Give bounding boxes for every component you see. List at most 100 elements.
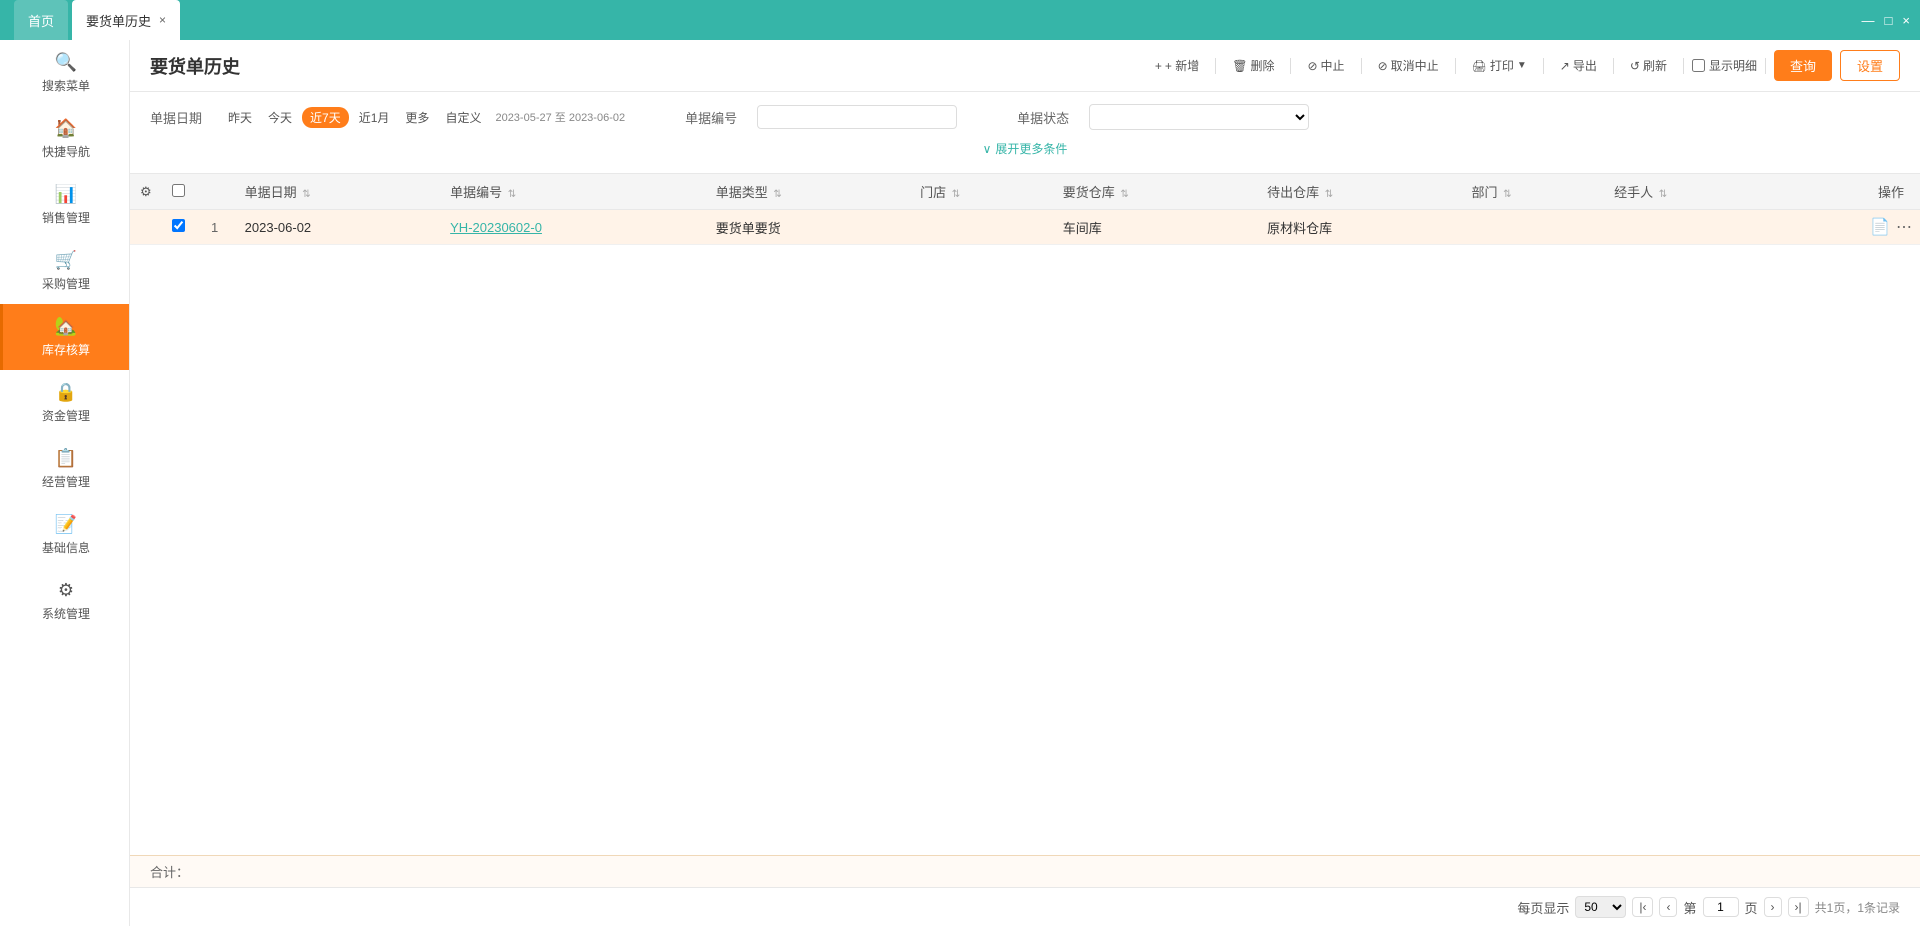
date-btn-today[interactable]: 今天 — [262, 107, 298, 128]
sidebar-item-purchase[interactable]: 🛒 采购管理 — [0, 238, 129, 304]
table-area: ⚙ 单据日期 ⇅ 单据编号 ⇅ — [130, 174, 1920, 855]
row-edit-button[interactable]: 📄 — [1870, 217, 1890, 237]
stop-button[interactable]: ⊘ 中止 — [1299, 53, 1352, 78]
page-header: 要货单历史 + + 新增 🗑 删除 ⊘ 中止 ⊘ — [130, 40, 1920, 92]
print-button[interactable]: 🖨 打印 ▼ — [1464, 53, 1535, 78]
refresh-button[interactable]: ↺ 刷新 — [1622, 53, 1675, 78]
sidebar-item-sales-label: 销售管理 — [42, 209, 90, 226]
sidebar-item-search[interactable]: 🔍 搜索菜单 — [0, 40, 129, 106]
refresh-icon: ↺ — [1630, 59, 1640, 73]
th-store[interactable]: 门店 ⇅ — [910, 174, 1053, 210]
display-detail-checkbox[interactable] — [1692, 59, 1705, 72]
docstatus-filter-label: 单据状态 — [1017, 108, 1069, 127]
sales-icon: 📊 — [55, 184, 77, 205]
row-date: 2023-06-02 — [235, 210, 440, 245]
th-date-label: 单据日期 — [245, 185, 297, 200]
delete-label: 删除 — [1250, 57, 1274, 74]
tab-home[interactable]: 首页 — [14, 0, 68, 40]
delete-button[interactable]: 🗑 删除 — [1224, 53, 1282, 78]
th-num — [195, 174, 235, 210]
date-btn-custom[interactable]: 自定义 — [439, 107, 487, 128]
date-buttons: 昨天 今天 近7天 近1月 更多 自定义 2023-05-27 至 2023-0… — [222, 107, 625, 128]
table-body: 1 2023-06-02 YH-20230602-0 要货单要货 车间库 原材料… — [130, 210, 1920, 245]
table-header-row: ⚙ 单据日期 ⇅ 单据编号 ⇅ — [130, 174, 1920, 210]
system-icon: ⚙ — [58, 580, 74, 601]
sidebar-item-operations-label: 经营管理 — [42, 473, 90, 490]
sidebar-item-quicknav[interactable]: 🏠 快捷导航 — [0, 106, 129, 172]
sidebar-item-basicinfo[interactable]: 📝 基础信息 — [0, 502, 129, 568]
export-button[interactable]: ↗ 导出 — [1552, 53, 1605, 78]
filter-area: 单据日期 昨天 今天 近7天 近1月 更多 自定义 2023-05-27 至 2… — [130, 92, 1920, 174]
sort-docno-icon: ⇅ — [508, 189, 516, 200]
th-docno[interactable]: 单据编号 ⇅ — [440, 174, 706, 210]
per-page-select[interactable]: 10 20 50 100 — [1575, 896, 1626, 918]
th-type[interactable]: 单据类型 ⇅ — [706, 174, 910, 210]
new-button[interactable]: + + 新增 — [1147, 53, 1207, 78]
row-dept — [1461, 210, 1604, 245]
basicinfo-icon: 📝 — [55, 514, 77, 535]
docno-input[interactable] — [757, 105, 957, 129]
select-all-checkbox[interactable] — [172, 184, 185, 197]
next-page-button[interactable]: › — [1764, 897, 1782, 917]
first-page-button[interactable]: |‹ — [1632, 897, 1653, 917]
date-btn-1month[interactable]: 近1月 — [353, 107, 396, 128]
export-label: 导出 — [1573, 57, 1597, 74]
stop-label: 中止 — [1321, 57, 1345, 74]
date-btn-more[interactable]: 更多 — [399, 107, 435, 128]
th-type-label: 单据类型 — [716, 185, 768, 200]
th-pending-warehouse[interactable]: 待出仓库 ⇅ — [1257, 174, 1461, 210]
sidebar-item-inventory[interactable]: 🏡 库存核算 — [0, 304, 129, 370]
page-number-input[interactable] — [1703, 897, 1739, 917]
row-checkbox-cell — [162, 210, 195, 245]
sort-pending-warehouse-icon: ⇅ — [1325, 189, 1333, 200]
sidebar-item-purchase-label: 采购管理 — [42, 275, 90, 292]
th-req-warehouse[interactable]: 要货仓库 ⇅ — [1053, 174, 1257, 210]
cancel-stop-label: 取消中止 — [1391, 57, 1439, 74]
th-checkbox — [162, 174, 195, 210]
tab-active[interactable]: 要货单历史 × — [72, 0, 180, 40]
main-layout: 🔍 搜索菜单 🏠 快捷导航 📊 销售管理 🛒 采购管理 🏡 库存核算 🔒 资金管… — [0, 40, 1920, 926]
th-handler[interactable]: 经手人 ⇅ — [1604, 174, 1778, 210]
table-footer: 合计： — [130, 855, 1920, 887]
maximize-icon[interactable]: □ — [1885, 13, 1893, 28]
row-store — [910, 210, 1053, 245]
column-settings-icon[interactable]: ⚙ — [140, 184, 152, 199]
sort-type-icon: ⇅ — [773, 189, 781, 200]
docstatus-select[interactable] — [1089, 104, 1309, 130]
minimize-icon[interactable]: — — [1862, 13, 1875, 28]
row-more-button[interactable]: ⋯ — [1896, 217, 1912, 237]
data-table: ⚙ 单据日期 ⇅ 单据编号 ⇅ — [130, 174, 1920, 245]
sidebar-item-system-label: 系统管理 — [42, 605, 90, 622]
cancel-stop-icon: ⊘ — [1378, 59, 1388, 73]
sidebar-item-search-label: 搜索菜单 — [42, 77, 90, 94]
filter-row-1: 单据日期 昨天 今天 近7天 近1月 更多 自定义 2023-05-27 至 2… — [150, 104, 1900, 130]
date-btn-7days[interactable]: 近7天 — [302, 107, 349, 128]
sort-dept-icon: ⇅ — [1503, 189, 1511, 200]
th-dept[interactable]: 部门 ⇅ — [1461, 174, 1604, 210]
refresh-label: 刷新 — [1643, 57, 1667, 74]
row-checkbox[interactable] — [172, 219, 185, 232]
sidebar-item-finance[interactable]: 🔒 资金管理 — [0, 370, 129, 436]
window-controls: — □ × — [1862, 13, 1910, 28]
cancel-stop-button[interactable]: ⊘ 取消中止 — [1370, 53, 1447, 78]
purchase-icon: 🛒 — [55, 250, 77, 271]
th-ops: 操作 — [1778, 174, 1920, 210]
sidebar-item-operations[interactable]: 📋 经营管理 — [0, 436, 129, 502]
query-button[interactable]: 查询 — [1774, 50, 1832, 81]
print-dropdown-icon: ▼ — [1517, 60, 1527, 71]
sidebar-item-inventory-label: 库存核算 — [42, 341, 90, 358]
sidebar-item-sales[interactable]: 📊 销售管理 — [0, 172, 129, 238]
sidebar-item-system[interactable]: ⚙ 系统管理 — [0, 568, 129, 634]
close-icon[interactable]: × — [1902, 13, 1910, 28]
th-date[interactable]: 单据日期 ⇅ — [235, 174, 440, 210]
last-page-button[interactable]: ›| — [1788, 897, 1809, 917]
th-handler-label: 经手人 — [1614, 185, 1653, 200]
tab-close-icon[interactable]: × — [159, 13, 166, 27]
prev-page-button[interactable]: ‹ — [1659, 897, 1677, 917]
expand-more-btn[interactable]: ∨ 展开更多条件 — [979, 136, 1072, 161]
settings-button[interactable]: 设置 — [1840, 50, 1900, 81]
sort-date-icon: ⇅ — [302, 189, 310, 200]
docno-link[interactable]: YH-20230602-0 — [450, 220, 542, 235]
date-btn-yesterday[interactable]: 昨天 — [222, 107, 258, 128]
row-handler — [1604, 210, 1778, 245]
